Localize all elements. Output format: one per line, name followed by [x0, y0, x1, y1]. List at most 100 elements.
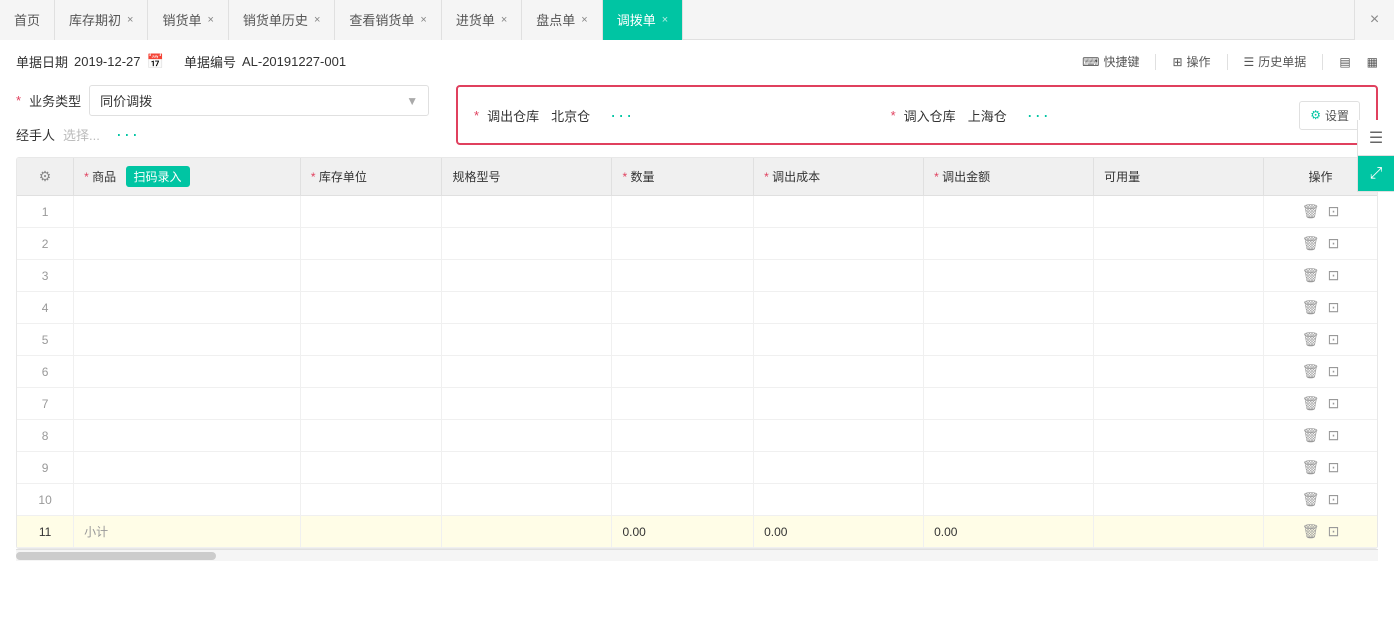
- person-select[interactable]: 选择...: [63, 125, 100, 144]
- spec-cell-6[interactable]: [442, 356, 612, 388]
- delete-row-icon-2[interactable]: 🗑: [1302, 235, 1320, 252]
- qty-cell-6[interactable]: [612, 356, 754, 388]
- amount-cell-8[interactable]: [924, 420, 1094, 452]
- in-warehouse-more-icon[interactable]: ···: [1027, 105, 1051, 126]
- tab-home[interactable]: 首页: [0, 0, 55, 40]
- cost-cell-8[interactable]: [754, 420, 924, 452]
- cost-cell-2[interactable]: [754, 228, 924, 260]
- operations-btn[interactable]: ⊞ 操作: [1172, 53, 1210, 70]
- available-cell-2[interactable]: [1094, 228, 1264, 260]
- product-cell-3[interactable]: [74, 260, 301, 292]
- history-btn[interactable]: ☰ 历史单据: [1244, 53, 1307, 70]
- copy-row-icon-5[interactable]: ⊡: [1328, 331, 1340, 348]
- available-cell-1[interactable]: [1094, 196, 1264, 228]
- out-warehouse-more-icon[interactable]: ···: [610, 105, 634, 126]
- unit-cell-4[interactable]: [300, 292, 442, 324]
- amount-cell-2[interactable]: [924, 228, 1094, 260]
- amount-cell-7[interactable]: [924, 388, 1094, 420]
- cost-cell-9[interactable]: [754, 452, 924, 484]
- amount-cell-9[interactable]: [924, 452, 1094, 484]
- product-cell-10[interactable]: [74, 484, 301, 516]
- unit-cell-7[interactable]: [300, 388, 442, 420]
- layout-btn-2[interactable]: ▦: [1367, 55, 1378, 69]
- copy-row-icon-8[interactable]: ⊡: [1328, 427, 1340, 444]
- qty-cell-4[interactable]: [612, 292, 754, 324]
- settings-button[interactable]: ⚙ 设置: [1299, 101, 1360, 130]
- delete-row-icon-4[interactable]: 🗑: [1302, 299, 1320, 316]
- delete-row-icon-1[interactable]: 🗑: [1302, 203, 1320, 220]
- unit-cell-5[interactable]: [300, 324, 442, 356]
- qty-cell-3[interactable]: [612, 260, 754, 292]
- delete-row-icon-10[interactable]: 🗑: [1302, 491, 1320, 508]
- product-cell-2[interactable]: [74, 228, 301, 260]
- business-type-select[interactable]: 同价调拨 ▼: [89, 85, 429, 116]
- spec-cell-2[interactable]: [442, 228, 612, 260]
- copy-row-icon-2[interactable]: ⊡: [1328, 235, 1340, 252]
- unit-cell-3[interactable]: [300, 260, 442, 292]
- qty-cell-5[interactable]: [612, 324, 754, 356]
- amount-cell-4[interactable]: [924, 292, 1094, 324]
- unit-cell-10[interactable]: [300, 484, 442, 516]
- tab-sales-history[interactable]: 销货单历史 ×: [229, 0, 335, 40]
- tab-stock-init-close[interactable]: ×: [127, 14, 133, 26]
- scan-btn[interactable]: 扫码录入: [126, 166, 190, 187]
- unit-cell-6[interactable]: [300, 356, 442, 388]
- shortcuts-btn[interactable]: ⌨ 快捷键: [1082, 53, 1139, 70]
- window-close-button[interactable]: ×: [1354, 0, 1394, 40]
- cost-cell-5[interactable]: [754, 324, 924, 356]
- delete-row-icon-8[interactable]: 🗑: [1302, 427, 1320, 444]
- available-cell-9[interactable]: [1094, 452, 1264, 484]
- tab-transfer[interactable]: 调拨单 ×: [603, 0, 683, 40]
- copy-row-icon-4[interactable]: ⊡: [1328, 299, 1340, 316]
- tab-stocktake[interactable]: 盘点单 ×: [522, 0, 602, 40]
- amount-cell-6[interactable]: [924, 356, 1094, 388]
- delete-row-icon-6[interactable]: 🗑: [1302, 363, 1320, 380]
- person-more-icon[interactable]: ···: [116, 124, 140, 145]
- product-cell-9[interactable]: [74, 452, 301, 484]
- qty-cell-10[interactable]: [612, 484, 754, 516]
- spec-cell-4[interactable]: [442, 292, 612, 324]
- qty-cell-8[interactable]: [612, 420, 754, 452]
- calendar-icon[interactable]: 📅: [147, 53, 164, 70]
- delete-row-icon-7[interactable]: 🗑: [1302, 395, 1320, 412]
- delete-row-icon-3[interactable]: 🗑: [1302, 267, 1320, 284]
- copy-icon[interactable]: ⊡: [1328, 523, 1340, 540]
- unit-cell-9[interactable]: [300, 452, 442, 484]
- available-cell-6[interactable]: [1094, 356, 1264, 388]
- product-cell-4[interactable]: [74, 292, 301, 324]
- copy-row-icon-6[interactable]: ⊡: [1328, 363, 1340, 380]
- spec-cell-9[interactable]: [442, 452, 612, 484]
- amount-cell-5[interactable]: [924, 324, 1094, 356]
- cost-cell-10[interactable]: [754, 484, 924, 516]
- tab-stock-init[interactable]: 库存期初 ×: [55, 0, 148, 40]
- delete-row-icon-9[interactable]: 🗑: [1302, 459, 1320, 476]
- cost-cell-6[interactable]: [754, 356, 924, 388]
- cost-cell-4[interactable]: [754, 292, 924, 324]
- copy-row-icon-10[interactable]: ⊡: [1328, 491, 1340, 508]
- product-cell-7[interactable]: [74, 388, 301, 420]
- product-cell-6[interactable]: [74, 356, 301, 388]
- scroll-thumb[interactable]: [16, 552, 216, 560]
- layout-btn-1[interactable]: ▤: [1339, 55, 1350, 69]
- tab-sales-history-close[interactable]: ×: [314, 14, 320, 26]
- tab-view-sales[interactable]: 查看销货单 ×: [335, 0, 441, 40]
- qty-cell-2[interactable]: [612, 228, 754, 260]
- spec-cell-5[interactable]: [442, 324, 612, 356]
- unit-cell-1[interactable]: [300, 196, 442, 228]
- cost-cell-3[interactable]: [754, 260, 924, 292]
- tab-purchase[interactable]: 进货单 ×: [442, 0, 522, 40]
- tab-purchase-close[interactable]: ×: [501, 14, 507, 26]
- table-gear-icon[interactable]: ⚙: [39, 168, 52, 184]
- product-cell-8[interactable]: [74, 420, 301, 452]
- product-cell-1[interactable]: [74, 196, 301, 228]
- spec-cell-1[interactable]: [442, 196, 612, 228]
- available-cell-10[interactable]: [1094, 484, 1264, 516]
- copy-row-icon-1[interactable]: ⊡: [1328, 203, 1340, 220]
- spec-cell-8[interactable]: [442, 420, 612, 452]
- amount-cell-10[interactable]: [924, 484, 1094, 516]
- tab-stocktake-close[interactable]: ×: [581, 14, 587, 26]
- cost-cell-1[interactable]: [754, 196, 924, 228]
- col-settings[interactable]: ⚙: [17, 158, 74, 196]
- tab-transfer-close[interactable]: ×: [662, 14, 668, 26]
- available-cell-4[interactable]: [1094, 292, 1264, 324]
